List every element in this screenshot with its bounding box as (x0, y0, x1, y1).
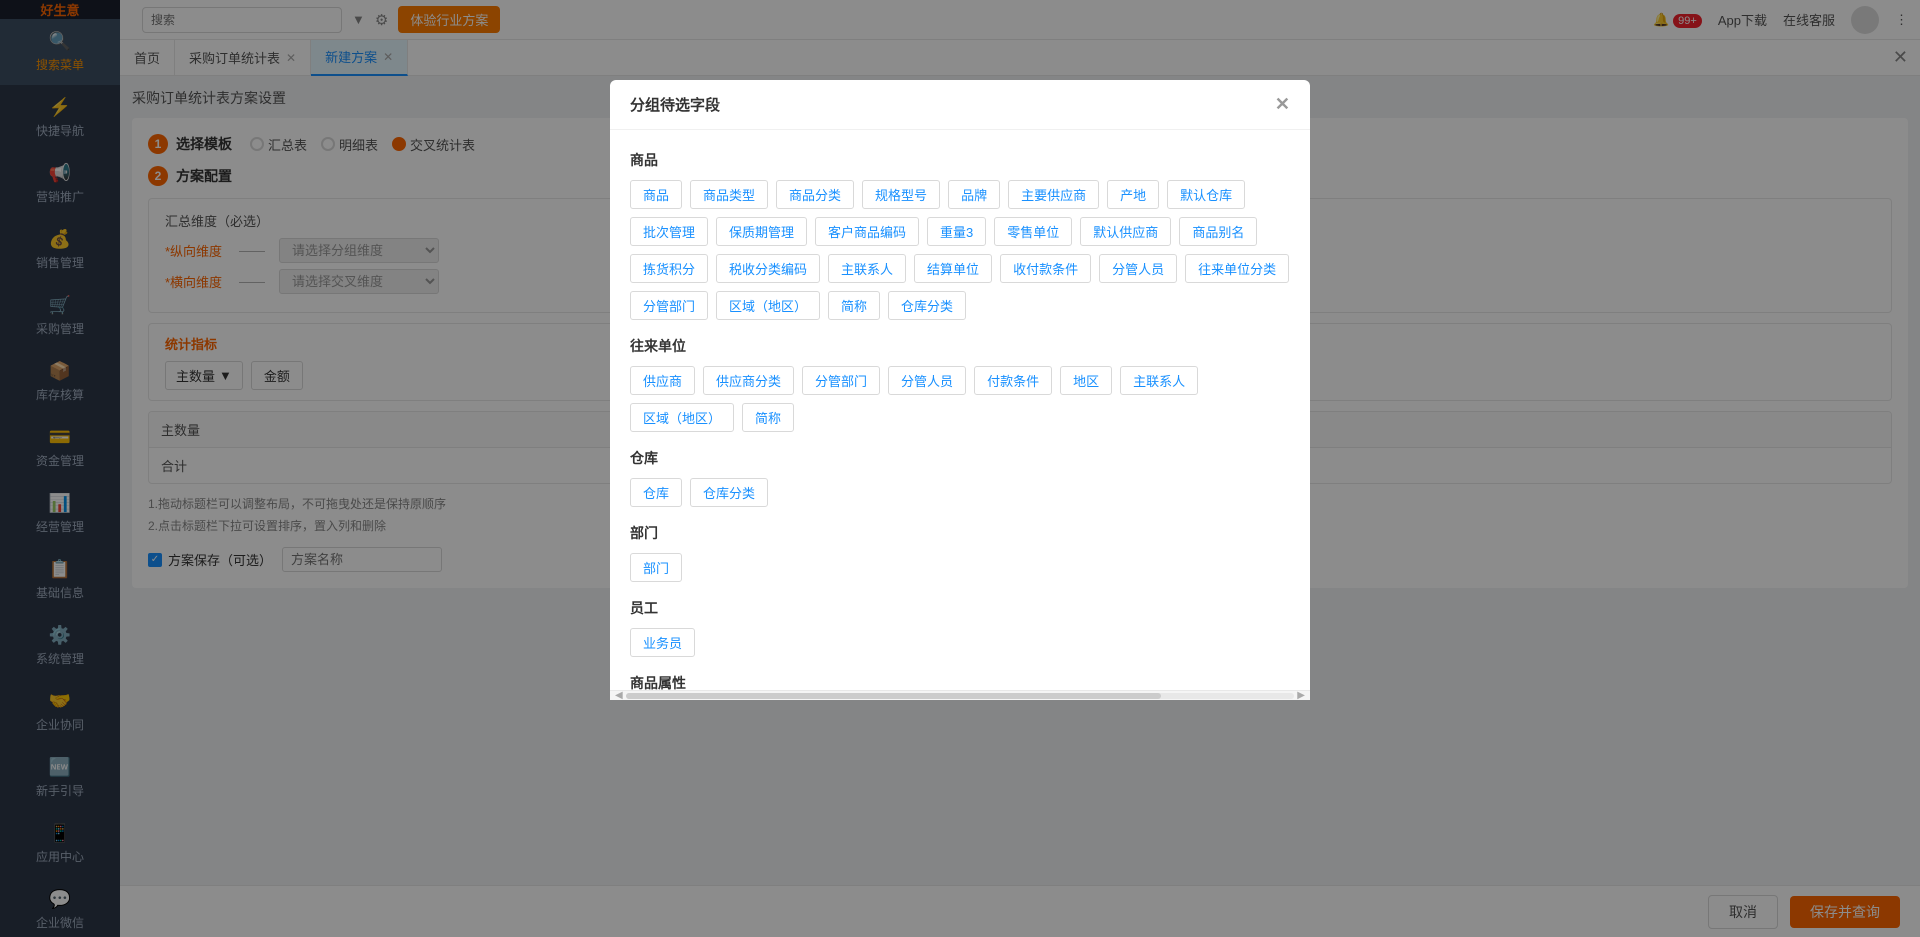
hscroll-right-arrow[interactable]: ▶ (1294, 690, 1308, 701)
field-tag[interactable]: 收付款条件 (1000, 254, 1091, 283)
field-grid-goods: 商品商品类型商品分类规格型号品牌主要供应商产地默认仓库批次管理保质期管理客户商品… (630, 180, 1290, 320)
field-tag[interactable]: 零售单位 (994, 217, 1072, 246)
field-tag[interactable]: 商品类型 (690, 180, 768, 209)
hscroll-thumb (626, 693, 1161, 699)
field-tag[interactable]: 默认仓库 (1167, 180, 1245, 209)
field-tag[interactable]: 品牌 (948, 180, 1000, 209)
section-goods-attr-title: 商品属性 (630, 673, 1290, 690)
modal-close-btn[interactable]: ✕ (1275, 94, 1290, 115)
section-goods-attr: 商品属性 属性颜色多规格尺码鞋码1 (630, 673, 1290, 690)
modal-hscrollbar[interactable]: ◀ ▶ (610, 690, 1310, 700)
section-staff-title: 员工 (630, 598, 1290, 618)
hscroll-left-arrow[interactable]: ◀ (612, 690, 626, 701)
field-tag[interactable]: 分管人员 (888, 366, 966, 395)
field-tag[interactable]: 规格型号 (862, 180, 940, 209)
field-tag[interactable]: 仓库 (630, 478, 682, 507)
modal-group-fields: 分组待选字段 ✕ 商品 商品商品类型商品分类规格型号品牌主要供应商产地默认仓库批… (610, 80, 1310, 700)
field-tag[interactable]: 结算单位 (914, 254, 992, 283)
field-tag[interactable]: 简称 (742, 403, 794, 432)
section-partner-title: 往来单位 (630, 336, 1290, 356)
field-tag[interactable]: 重量3 (927, 217, 986, 246)
field-tag[interactable]: 分管部门 (802, 366, 880, 395)
field-tag[interactable]: 批次管理 (630, 217, 708, 246)
section-goods-title: 商品 (630, 150, 1290, 170)
field-tag[interactable]: 税收分类编码 (716, 254, 820, 283)
section-warehouse-title: 仓库 (630, 448, 1290, 468)
field-tag[interactable]: 商品分类 (776, 180, 854, 209)
field-tag[interactable]: 客户商品编码 (815, 217, 919, 246)
section-dept: 部门 部门 (630, 523, 1290, 582)
field-tag[interactable]: 主联系人 (1120, 366, 1198, 395)
field-tag[interactable]: 主要供应商 (1008, 180, 1099, 209)
hscroll-track (626, 693, 1295, 699)
field-tag[interactable]: 供应商 (630, 366, 695, 395)
modal-title: 分组待选字段 (630, 94, 720, 115)
field-tag[interactable]: 简称 (828, 291, 880, 320)
field-tag[interactable]: 业务员 (630, 628, 695, 657)
modal-body[interactable]: 商品 商品商品类型商品分类规格型号品牌主要供应商产地默认仓库批次管理保质期管理客… (610, 130, 1310, 690)
field-tag[interactable]: 商品 (630, 180, 682, 209)
field-tag[interactable]: 仓库分类 (888, 291, 966, 320)
field-tag[interactable]: 默认供应商 (1080, 217, 1171, 246)
field-grid-dept: 部门 (630, 553, 1290, 582)
field-grid-warehouse: 仓库仓库分类 (630, 478, 1290, 507)
field-tag[interactable]: 仓库分类 (690, 478, 768, 507)
field-tag[interactable]: 拣货积分 (630, 254, 708, 283)
modal-header: 分组待选字段 ✕ (610, 80, 1310, 130)
field-tag[interactable]: 产地 (1107, 180, 1159, 209)
field-tag[interactable]: 供应商分类 (703, 366, 794, 395)
field-grid-partner: 供应商供应商分类分管部门分管人员付款条件地区主联系人区域（地区） 简称 (630, 366, 1290, 432)
section-goods: 商品 商品商品类型商品分类规格型号品牌主要供应商产地默认仓库批次管理保质期管理客… (630, 150, 1290, 320)
field-tag[interactable]: 区域（地区） (716, 291, 820, 320)
section-staff: 员工 业务员 (630, 598, 1290, 657)
field-tag[interactable]: 商品别名 (1179, 217, 1257, 246)
field-tag[interactable]: 分管人员 (1099, 254, 1177, 283)
field-tag[interactable]: 部门 (630, 553, 682, 582)
field-tag[interactable]: 往来单位分类 (1185, 254, 1289, 283)
section-warehouse: 仓库 仓库仓库分类 (630, 448, 1290, 507)
field-tag[interactable]: 地区 (1060, 366, 1112, 395)
field-tag[interactable]: 区域（地区） (630, 403, 734, 432)
field-tag[interactable]: 分管部门 (630, 291, 708, 320)
section-partner: 往来单位 供应商供应商分类分管部门分管人员付款条件地区主联系人区域（地区） 简称 (630, 336, 1290, 432)
field-tag[interactable]: 主联系人 (828, 254, 906, 283)
field-tag[interactable]: 保质期管理 (716, 217, 807, 246)
field-grid-staff: 业务员 (630, 628, 1290, 657)
field-tag[interactable]: 付款条件 (974, 366, 1052, 395)
section-dept-title: 部门 (630, 523, 1290, 543)
